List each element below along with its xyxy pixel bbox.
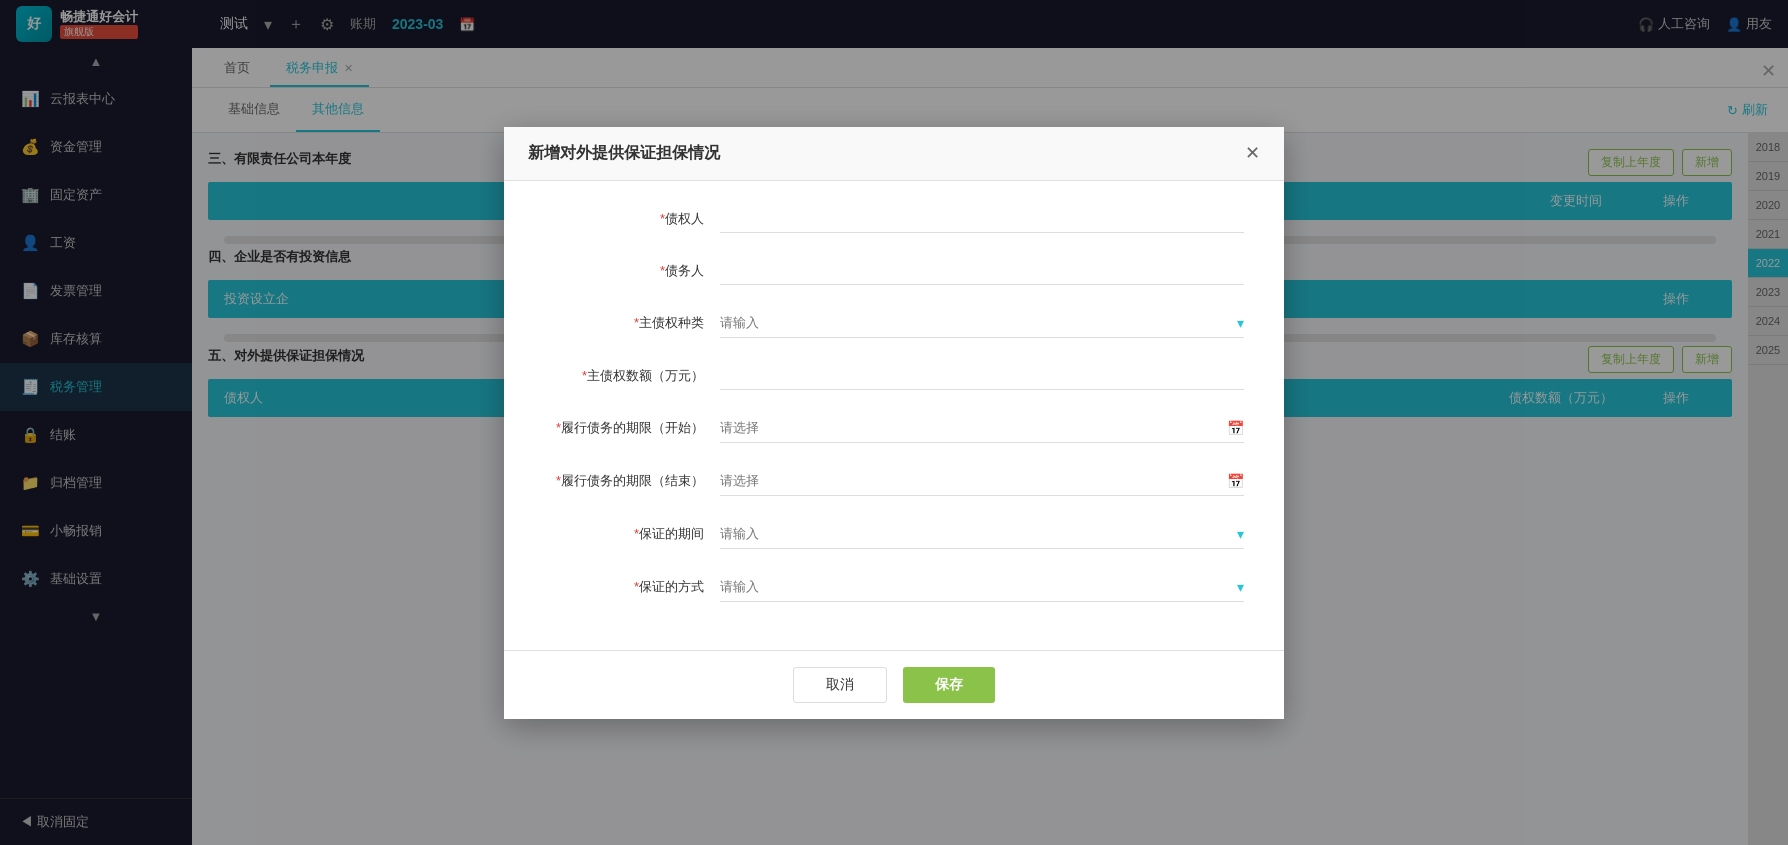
label-debtor: *债务人	[544, 262, 704, 280]
modal-title: 新增对外提供保证担保情况	[528, 143, 720, 164]
bg-close-icon[interactable]: ✕	[1761, 60, 1776, 82]
form-row-claim-amount: *主债权数额（万元）	[544, 362, 1244, 390]
input-creditor[interactable]	[720, 205, 1244, 233]
label-guarantee-method: *保证的方式	[544, 578, 704, 596]
guarantee-period-arrow-icon[interactable]: ▾	[1237, 526, 1244, 542]
label-creditor: *债权人	[544, 210, 704, 228]
modal-dialog: 新增对外提供保证担保情况 ✕ *债权人 *债务人 *主债权种类	[504, 127, 1284, 719]
input-period-end[interactable]	[720, 473, 1227, 488]
form-row-creditor: *债权人	[544, 205, 1244, 233]
label-period-start: *履行债务的期限（开始）	[544, 419, 704, 437]
date-period-start[interactable]: 📅	[720, 414, 1244, 443]
form-row-guarantee-period: *保证的期间 ▾	[544, 520, 1244, 549]
claim-type-arrow-icon[interactable]: ▾	[1237, 315, 1244, 331]
modal-footer: 取消 保存	[504, 650, 1284, 719]
form-row-guarantee-method: *保证的方式 ▾	[544, 573, 1244, 602]
calendar-end-icon[interactable]: 📅	[1227, 473, 1244, 489]
label-claim-type: *主债权种类	[544, 314, 704, 332]
form-row-period-start: *履行债务的期限（开始） 📅	[544, 414, 1244, 443]
calendar-start-icon[interactable]: 📅	[1227, 420, 1244, 436]
input-guarantee-method[interactable]	[720, 579, 1237, 594]
guarantee-method-arrow-icon[interactable]: ▾	[1237, 579, 1244, 595]
date-period-end[interactable]: 📅	[720, 467, 1244, 496]
modal-overlay: ✕ 新增对外提供保证担保情况 ✕ *债权人 *债务人	[0, 0, 1788, 845]
label-guarantee-period: *保证的期间	[544, 525, 704, 543]
input-debtor[interactable]	[720, 257, 1244, 285]
label-claim-amount: *主债权数额（万元）	[544, 367, 704, 385]
input-period-start[interactable]	[720, 420, 1227, 435]
modal-close-btn[interactable]: ✕	[1245, 144, 1260, 162]
label-period-end: *履行债务的期限（结束）	[544, 472, 704, 490]
select-claim-type[interactable]: ▾	[720, 309, 1244, 338]
form-row-debtor: *债务人	[544, 257, 1244, 285]
cancel-button[interactable]: 取消	[793, 667, 887, 703]
input-claim-type[interactable]	[720, 315, 1237, 330]
form-row-claim-type: *主债权种类 ▾	[544, 309, 1244, 338]
modal-body: *债权人 *债务人 *主债权种类 ▾	[504, 181, 1284, 650]
form-row-period-end: *履行债务的期限（结束） 📅	[544, 467, 1244, 496]
select-guarantee-method[interactable]: ▾	[720, 573, 1244, 602]
save-button[interactable]: 保存	[903, 667, 995, 703]
input-guarantee-period[interactable]	[720, 526, 1237, 541]
select-guarantee-period[interactable]: ▾	[720, 520, 1244, 549]
input-claim-amount[interactable]	[720, 362, 1244, 390]
modal-header: 新增对外提供保证担保情况 ✕	[504, 127, 1284, 181]
